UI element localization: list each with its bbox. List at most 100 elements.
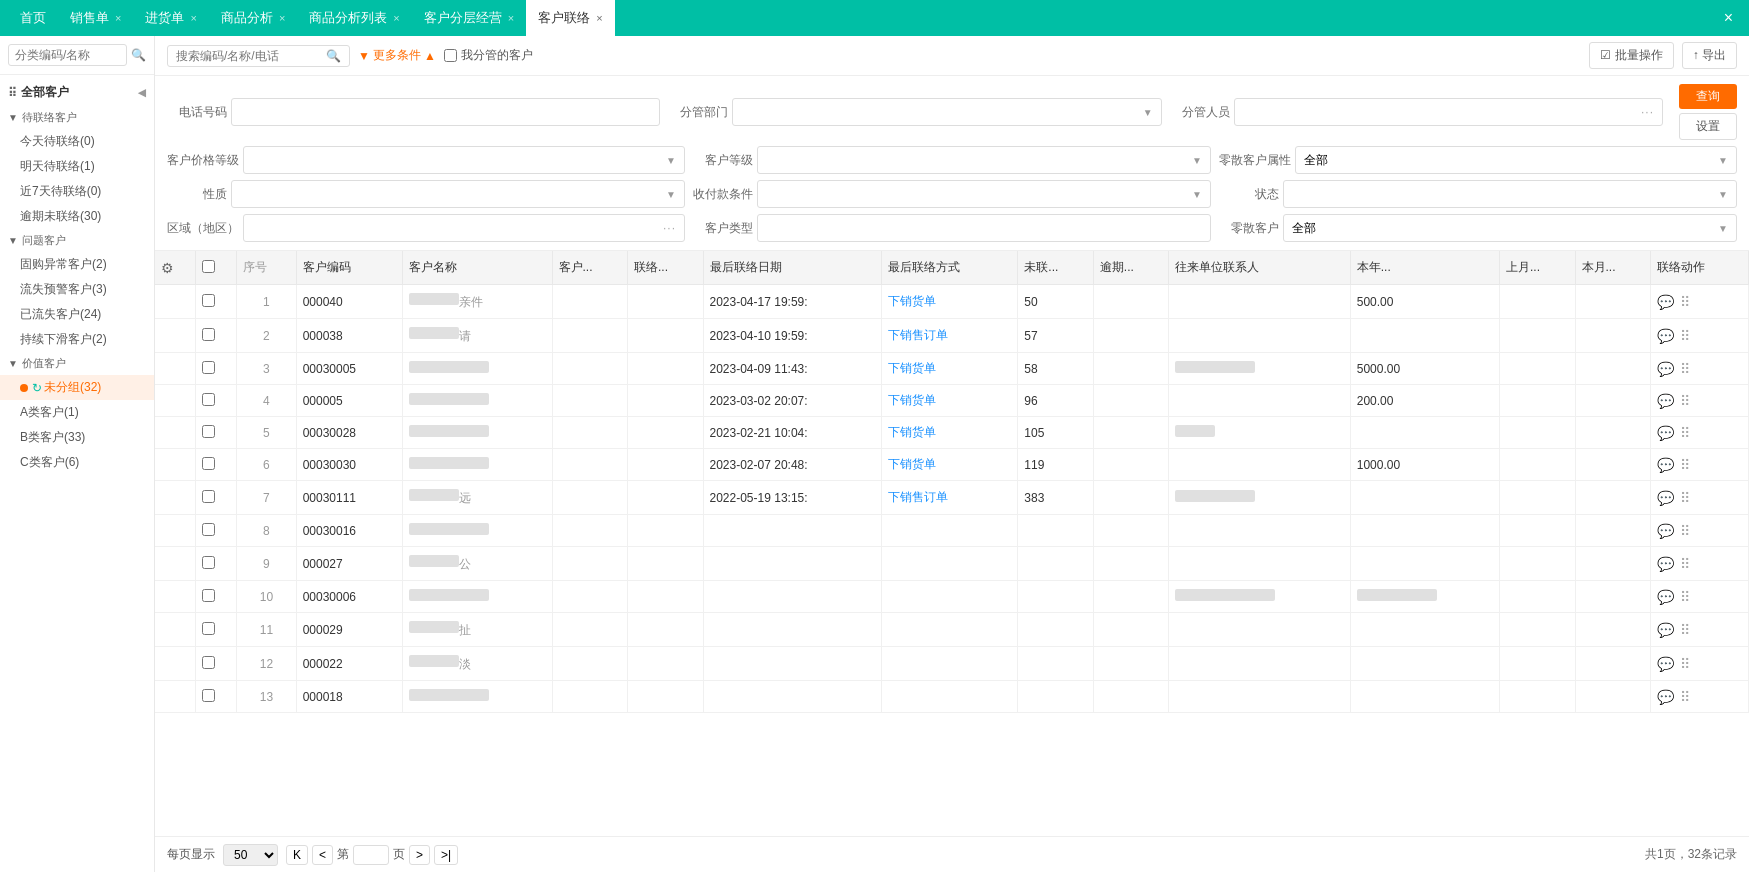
row-gear[interactable] [155,581,195,613]
close-tab-icon[interactable]: × [393,12,399,24]
message-icon[interactable]: 💬 [1657,294,1674,310]
message-icon[interactable]: 💬 [1657,523,1674,539]
row-check-input[interactable] [202,294,215,307]
row-gear[interactable] [155,481,195,515]
row-check-input[interactable] [202,656,215,669]
row-checkbox[interactable] [195,449,237,481]
row-check-input[interactable] [202,589,215,602]
dept-select[interactable]: ▼ [732,98,1161,126]
page-number-input[interactable]: 1 [353,845,389,865]
row-gear[interactable] [155,319,195,353]
next-page-button[interactable]: > [409,845,430,865]
row-checkbox[interactable] [195,353,237,385]
sidebar-search-input[interactable] [8,44,127,66]
message-icon[interactable]: 💬 [1657,361,1674,377]
reset-button[interactable]: 设置 [1679,113,1737,140]
my-customer-checkbox[interactable]: 我分管的客户 [444,47,533,64]
grid-action-icon[interactable]: ⠿ [1680,656,1690,672]
col-name[interactable]: 客户名称 [403,251,552,285]
message-icon[interactable]: 💬 [1657,589,1674,605]
row-checkbox[interactable] [195,647,237,681]
col-type[interactable]: 客户... [552,251,627,285]
grid-action-icon[interactable]: ⠿ [1680,328,1690,344]
row-last-way[interactable]: 下销货单 [881,417,1017,449]
row-checkbox[interactable] [195,285,237,319]
export-button[interactable]: ↑ 导出 [1682,42,1737,69]
grid-action-icon[interactable]: ⠿ [1680,425,1690,441]
row-checkbox[interactable] [195,417,237,449]
cust-level-select[interactable]: ▼ [757,146,1211,174]
status-select[interactable]: ▼ [1283,180,1737,208]
region-dots[interactable]: ··· [663,221,676,235]
sidebar-section-2[interactable]: ▼价值客户 [0,352,154,375]
row-check-input[interactable] [202,556,215,569]
row-last-way[interactable] [881,581,1017,613]
grid-action-icon[interactable]: ⠿ [1680,490,1690,506]
row-gear[interactable] [155,385,195,417]
row-gear[interactable] [155,547,195,581]
row-last-way[interactable]: 下销售订单 [881,481,1017,515]
message-icon[interactable]: 💬 [1657,490,1674,506]
grid-action-icon[interactable]: ⠿ [1680,523,1690,539]
grid-action-icon[interactable]: ⠿ [1680,689,1690,705]
row-gear[interactable] [155,681,195,713]
region-select[interactable]: ··· [243,214,685,242]
sidebar-section-0[interactable]: ▼待联络客户 [0,106,154,129]
col-gear[interactable]: ⚙ [155,251,195,285]
sidebar-item-1-0[interactable]: 固购异常客户(2) [0,252,154,277]
nav-tab-商品分析列表[interactable]: 商品分析列表× [297,0,411,36]
nav-tab-客户联络[interactable]: 客户联络× [526,0,614,36]
row-check-input[interactable] [202,689,215,702]
row-gear[interactable] [155,353,195,385]
close-all-button[interactable]: × [1716,9,1741,27]
row-last-way[interactable] [881,647,1017,681]
sidebar-item-0-3[interactable]: 逾期未联络(30) [0,204,154,229]
nav-home[interactable]: 首页 [8,9,58,27]
row-checkbox[interactable] [195,613,237,647]
payment-select[interactable]: ▼ [757,180,1211,208]
refresh-icon[interactable]: ↻ [32,381,42,395]
row-checkbox[interactable] [195,515,237,547]
grid-action-icon[interactable]: ⠿ [1680,294,1690,310]
grid-action-icon[interactable]: ⠿ [1680,556,1690,572]
close-tab-icon[interactable]: × [190,12,196,24]
col-this-month[interactable]: 本月... [1575,251,1650,285]
row-gear[interactable] [155,647,195,681]
col-contact-person[interactable]: 往来单位联系人 [1169,251,1350,285]
row-checkbox[interactable] [195,385,237,417]
close-tab-icon[interactable]: × [115,12,121,24]
row-last-way[interactable]: 下销售订单 [881,319,1017,353]
nav-tab-进货单[interactable]: 进货单× [133,0,208,36]
sidebar-item-0-1[interactable]: 明天待联络(1) [0,154,154,179]
more-filter-button[interactable]: ▼ 更多条件 ▲ [358,47,436,64]
row-checkbox[interactable] [195,681,237,713]
row-last-way[interactable] [881,547,1017,581]
row-last-way[interactable]: 下销货单 [881,353,1017,385]
nav-tab-商品分析[interactable]: 商品分析× [209,0,297,36]
row-gear[interactable] [155,285,195,319]
col-last-date[interactable]: 最后联络日期 [703,251,881,285]
row-last-way[interactable] [881,515,1017,547]
nav-tab-销售单[interactable]: 销售单× [58,0,133,36]
person-dots[interactable]: ··· [1641,105,1654,119]
sidebar-search-icon[interactable]: 🔍 [131,48,146,62]
grid-action-icon[interactable]: ⠿ [1680,457,1690,473]
row-check-input[interactable] [202,523,215,536]
batch-op-button[interactable]: ☑ 批量操作 [1589,42,1673,69]
row-check-input[interactable] [202,361,215,374]
sidebar-item-1-1[interactable]: 流失预警客户(3) [0,277,154,302]
close-tab-icon[interactable]: × [279,12,285,24]
scatter-cust-select[interactable]: 全部 ▼ [1283,214,1737,242]
message-icon[interactable]: 💬 [1657,457,1674,473]
close-tab-icon[interactable]: × [596,12,602,24]
close-tab-icon[interactable]: × [508,12,514,24]
row-check-input[interactable] [202,393,215,406]
row-last-way[interactable] [881,681,1017,713]
sidebar-item-1-3[interactable]: 持续下滑客户(2) [0,327,154,352]
col-code[interactable]: 客户编码 [296,251,403,285]
phone-input[interactable] [231,98,660,126]
row-checkbox[interactable] [195,547,237,581]
message-icon[interactable]: 💬 [1657,656,1674,672]
sidebar-item-0-2[interactable]: 近7天待联络(0) [0,179,154,204]
sidebar-section-1[interactable]: ▼问题客户 [0,229,154,252]
